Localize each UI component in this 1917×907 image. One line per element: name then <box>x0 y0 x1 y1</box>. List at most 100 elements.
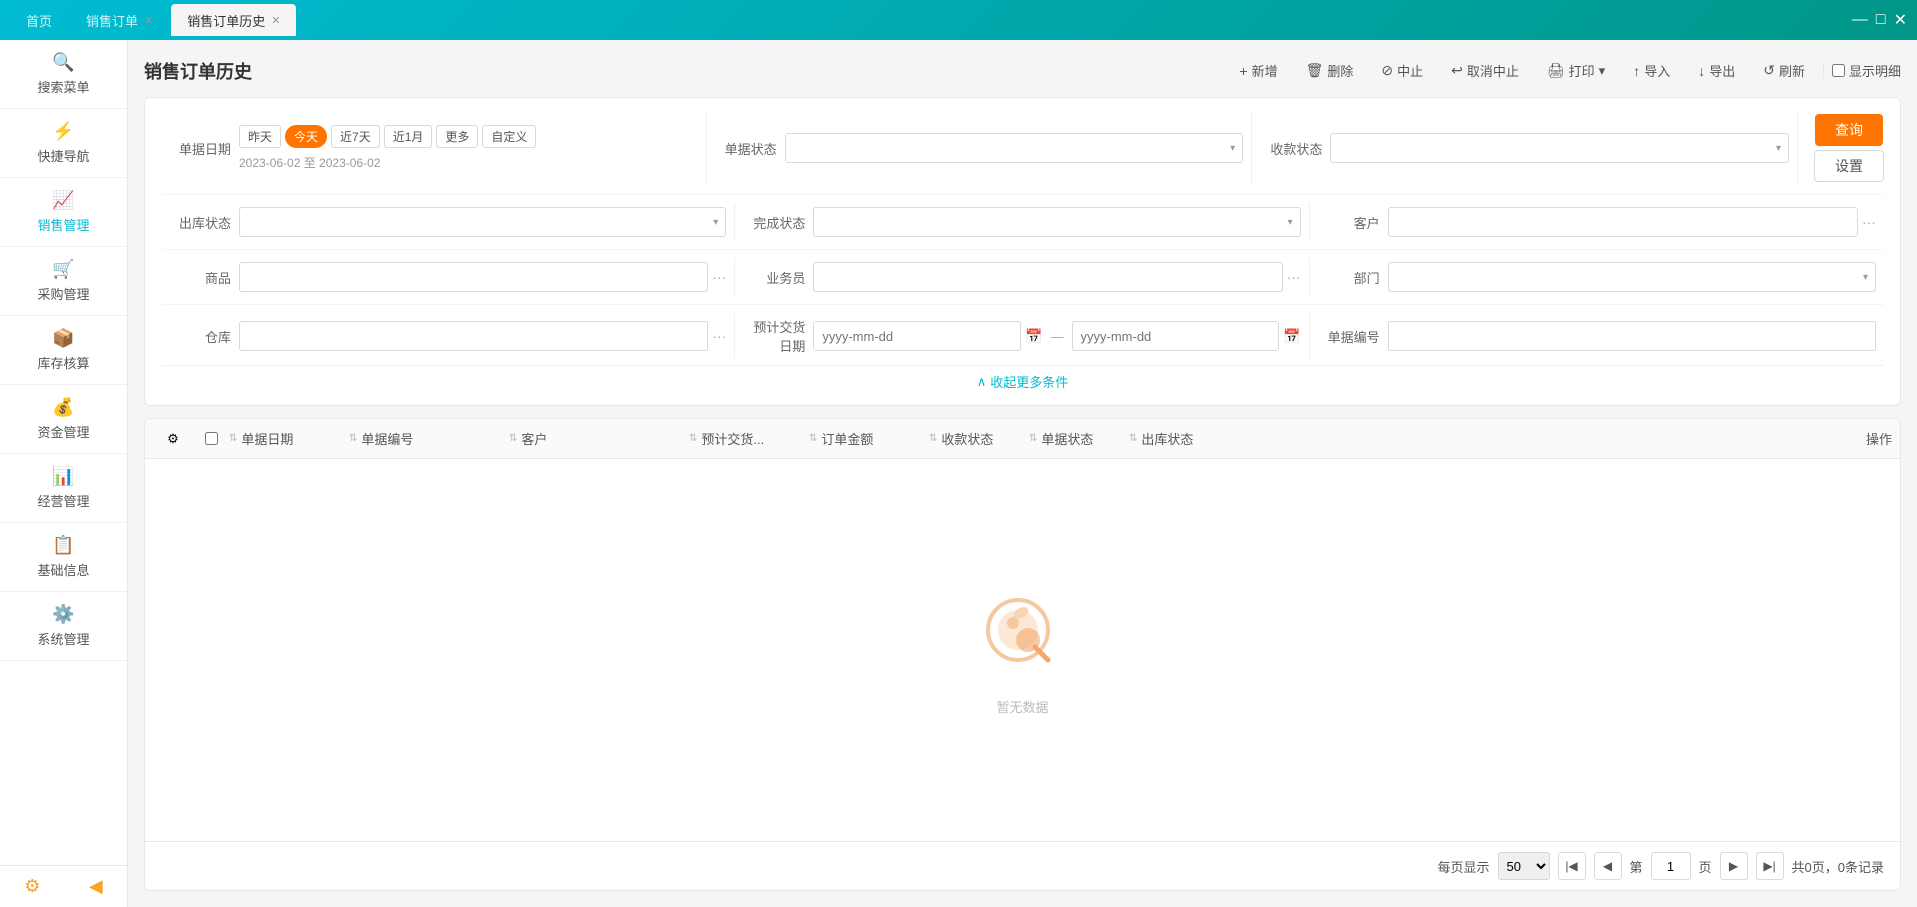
date-control: 昨天 今天 近7天 近1月 更多 自定义 2023-06-02 至 2023-0… <box>239 125 698 171</box>
salesperson-label: 业务员 <box>743 268 813 287</box>
empty-illustration <box>973 585 1073 685</box>
complete-status-label: 完成状态 <box>743 213 813 232</box>
export-button[interactable]: ↓ 导出 <box>1688 56 1745 85</box>
goods-input[interactable] <box>239 262 708 292</box>
yesterday-btn[interactable]: 昨天 <box>239 125 281 148</box>
delivery-date-from[interactable] <box>813 321 1021 351</box>
query-button[interactable]: 查询 <box>1815 114 1883 146</box>
th-customer[interactable]: ⇅ 客户 <box>509 429 689 448</box>
sidebar-collapse-icon[interactable]: ◀ <box>89 876 103 897</box>
collapse-icon: ∧ <box>977 374 987 390</box>
calendar-icon-from[interactable]: 📅 <box>1025 328 1042 345</box>
customer-input[interactable] <box>1388 207 1858 237</box>
delete-button[interactable]: 🗑 删除 <box>1296 56 1364 85</box>
sidebar-item-inventory[interactable]: 📦 库存核算 <box>0 316 127 385</box>
warehouse-input[interactable] <box>239 321 708 351</box>
page-title: 销售订单历史 <box>144 58 252 84</box>
refresh-button[interactable]: ↺ 刷新 <box>1753 56 1815 85</box>
display-toggle[interactable]: 显示明细 <box>1832 61 1901 80</box>
th-date[interactable]: ⇅ 单据日期 <box>229 429 349 448</box>
th-amount[interactable]: ⇅ 订单金额 <box>809 429 929 448</box>
page-input[interactable] <box>1651 852 1691 880</box>
per-page-label: 每页显示 <box>1437 857 1489 876</box>
sidebar-item-search[interactable]: 🔍 搜索菜单 <box>0 40 127 109</box>
warehouse-dots[interactable]: ··· <box>712 328 726 344</box>
th-receipt[interactable]: ⇅ 收款状态 <box>929 429 1029 448</box>
order-no-input[interactable] <box>1388 321 1876 351</box>
th-settings[interactable]: ⚙ <box>153 431 193 447</box>
tab-home[interactable]: 首页 <box>10 4 68 36</box>
complete-status-wrapper: ▾ <box>813 207 1300 237</box>
settings-button[interactable]: 设置 <box>1814 150 1884 182</box>
refresh-icon: ↺ <box>1763 62 1775 79</box>
sort-icon-customer: ⇅ <box>509 433 517 444</box>
more-btn[interactable]: 更多 <box>436 125 478 148</box>
month1-btn[interactable]: 近1月 <box>384 125 433 148</box>
sidebar-item-purchase[interactable]: 🛒 采购管理 <box>0 247 127 316</box>
sidebar-settings-icon[interactable]: ⚙ <box>24 876 40 897</box>
order-no-label: 单据编号 <box>1318 327 1388 346</box>
sidebar-item-system[interactable]: ⚙️ 系统管理 <box>0 592 127 661</box>
cancel-stop-button[interactable]: ↩ 取消中止 <box>1441 56 1529 85</box>
salesperson-dots[interactable]: ··· <box>1287 269 1301 285</box>
sales-icon: 📈 <box>52 190 74 211</box>
date-buttons: 昨天 今天 近7天 近1月 更多 自定义 <box>239 125 536 148</box>
sidebar-item-sales[interactable]: 📈 销售管理 <box>0 178 127 247</box>
calendar-icon-to[interactable]: 📅 <box>1283 328 1300 345</box>
delivery-date-to[interactable] <box>1072 321 1280 351</box>
system-icon: ⚙️ <box>52 604 74 625</box>
print-button[interactable]: 🖨 打印 ▾ <box>1537 56 1615 85</box>
cancel-stop-icon: ↩ <box>1451 62 1463 79</box>
dept-select[interactable] <box>1388 262 1876 292</box>
complete-status-select[interactable] <box>813 207 1300 237</box>
receipt-status-cell: 收款状态 ▾ <box>1252 110 1798 186</box>
sidebar-item-basic-info[interactable]: 📋 基础信息 <box>0 523 127 592</box>
salesperson-cell: 业务员 ··· <box>735 258 1309 296</box>
out-status-select[interactable] <box>239 207 726 237</box>
tab-sales-order-history[interactable]: 销售订单历史 ✕ <box>171 4 296 36</box>
select-all-checkbox[interactable] <box>205 432 218 445</box>
goods-dots[interactable]: ··· <box>712 269 726 285</box>
receipt-status-wrapper: ▾ <box>1330 133 1789 163</box>
first-page-btn[interactable]: |◀ <box>1558 852 1586 880</box>
display-toggle-checkbox[interactable] <box>1832 64 1845 77</box>
collapse-bar[interactable]: ∧ 收起更多条件 <box>161 365 1884 393</box>
prev-page-btn[interactable]: ◀ <box>1594 852 1622 880</box>
settings-icon[interactable]: ⚙ <box>167 431 179 447</box>
minimize-icon[interactable]: — <box>1852 11 1868 29</box>
close-tab-history[interactable]: ✕ <box>271 14 280 27</box>
maximize-icon[interactable]: □ <box>1876 11 1886 29</box>
page-prefix: 第 <box>1630 857 1643 876</box>
customer-control: ··· <box>1388 207 1876 237</box>
sidebar-item-operations[interactable]: 📊 经营管理 <box>0 454 127 523</box>
finance-icon: 💰 <box>52 397 74 418</box>
empty-text: 暂无数据 <box>996 697 1048 716</box>
query-buttons: 查询 设置 <box>1798 110 1884 186</box>
th-check[interactable] <box>193 432 229 445</box>
close-window-icon[interactable]: ✕ <box>1894 10 1907 30</box>
close-tab-sales-order[interactable]: ✕ <box>144 14 153 27</box>
salesperson-input[interactable] <box>813 262 1282 292</box>
order-status-select[interactable] <box>785 133 1244 163</box>
toolbar: + 新增 🗑 删除 ⊘ 中止 ↩ 取消中止 🖨 打印 <box>1229 56 1901 85</box>
sidebar-item-finance[interactable]: 💰 资金管理 <box>0 385 127 454</box>
print-icon: 🖨 <box>1547 62 1565 79</box>
import-button[interactable]: ↑ 导入 <box>1623 56 1680 85</box>
next-page-btn[interactable]: ▶ <box>1720 852 1748 880</box>
customer-dots[interactable]: ··· <box>1862 214 1876 230</box>
week7-btn[interactable]: 近7天 <box>331 125 380 148</box>
th-status[interactable]: ⇅ 单据状态 <box>1029 429 1129 448</box>
th-no[interactable]: ⇅ 单据编号 <box>349 429 509 448</box>
custom-btn[interactable]: 自定义 <box>482 125 536 148</box>
sidebar-item-quick-nav[interactable]: ⚡ 快捷导航 <box>0 109 127 178</box>
th-out[interactable]: ⇅ 出库状态 <box>1129 429 1229 448</box>
stop-button[interactable]: ⊘ 中止 <box>1371 56 1433 85</box>
receipt-status-select[interactable] <box>1330 133 1789 163</box>
dept-control: ▾ <box>1388 262 1876 292</box>
tab-sales-order[interactable]: 销售订单 ✕ <box>70 4 169 36</box>
today-btn[interactable]: 今天 <box>285 125 327 148</box>
add-button[interactable]: + 新增 <box>1229 56 1287 85</box>
th-delivery[interactable]: ⇅ 预计交货... <box>689 429 809 448</box>
per-page-select[interactable]: 50 10 20 100 <box>1498 852 1550 880</box>
last-page-btn[interactable]: ▶| <box>1756 852 1784 880</box>
